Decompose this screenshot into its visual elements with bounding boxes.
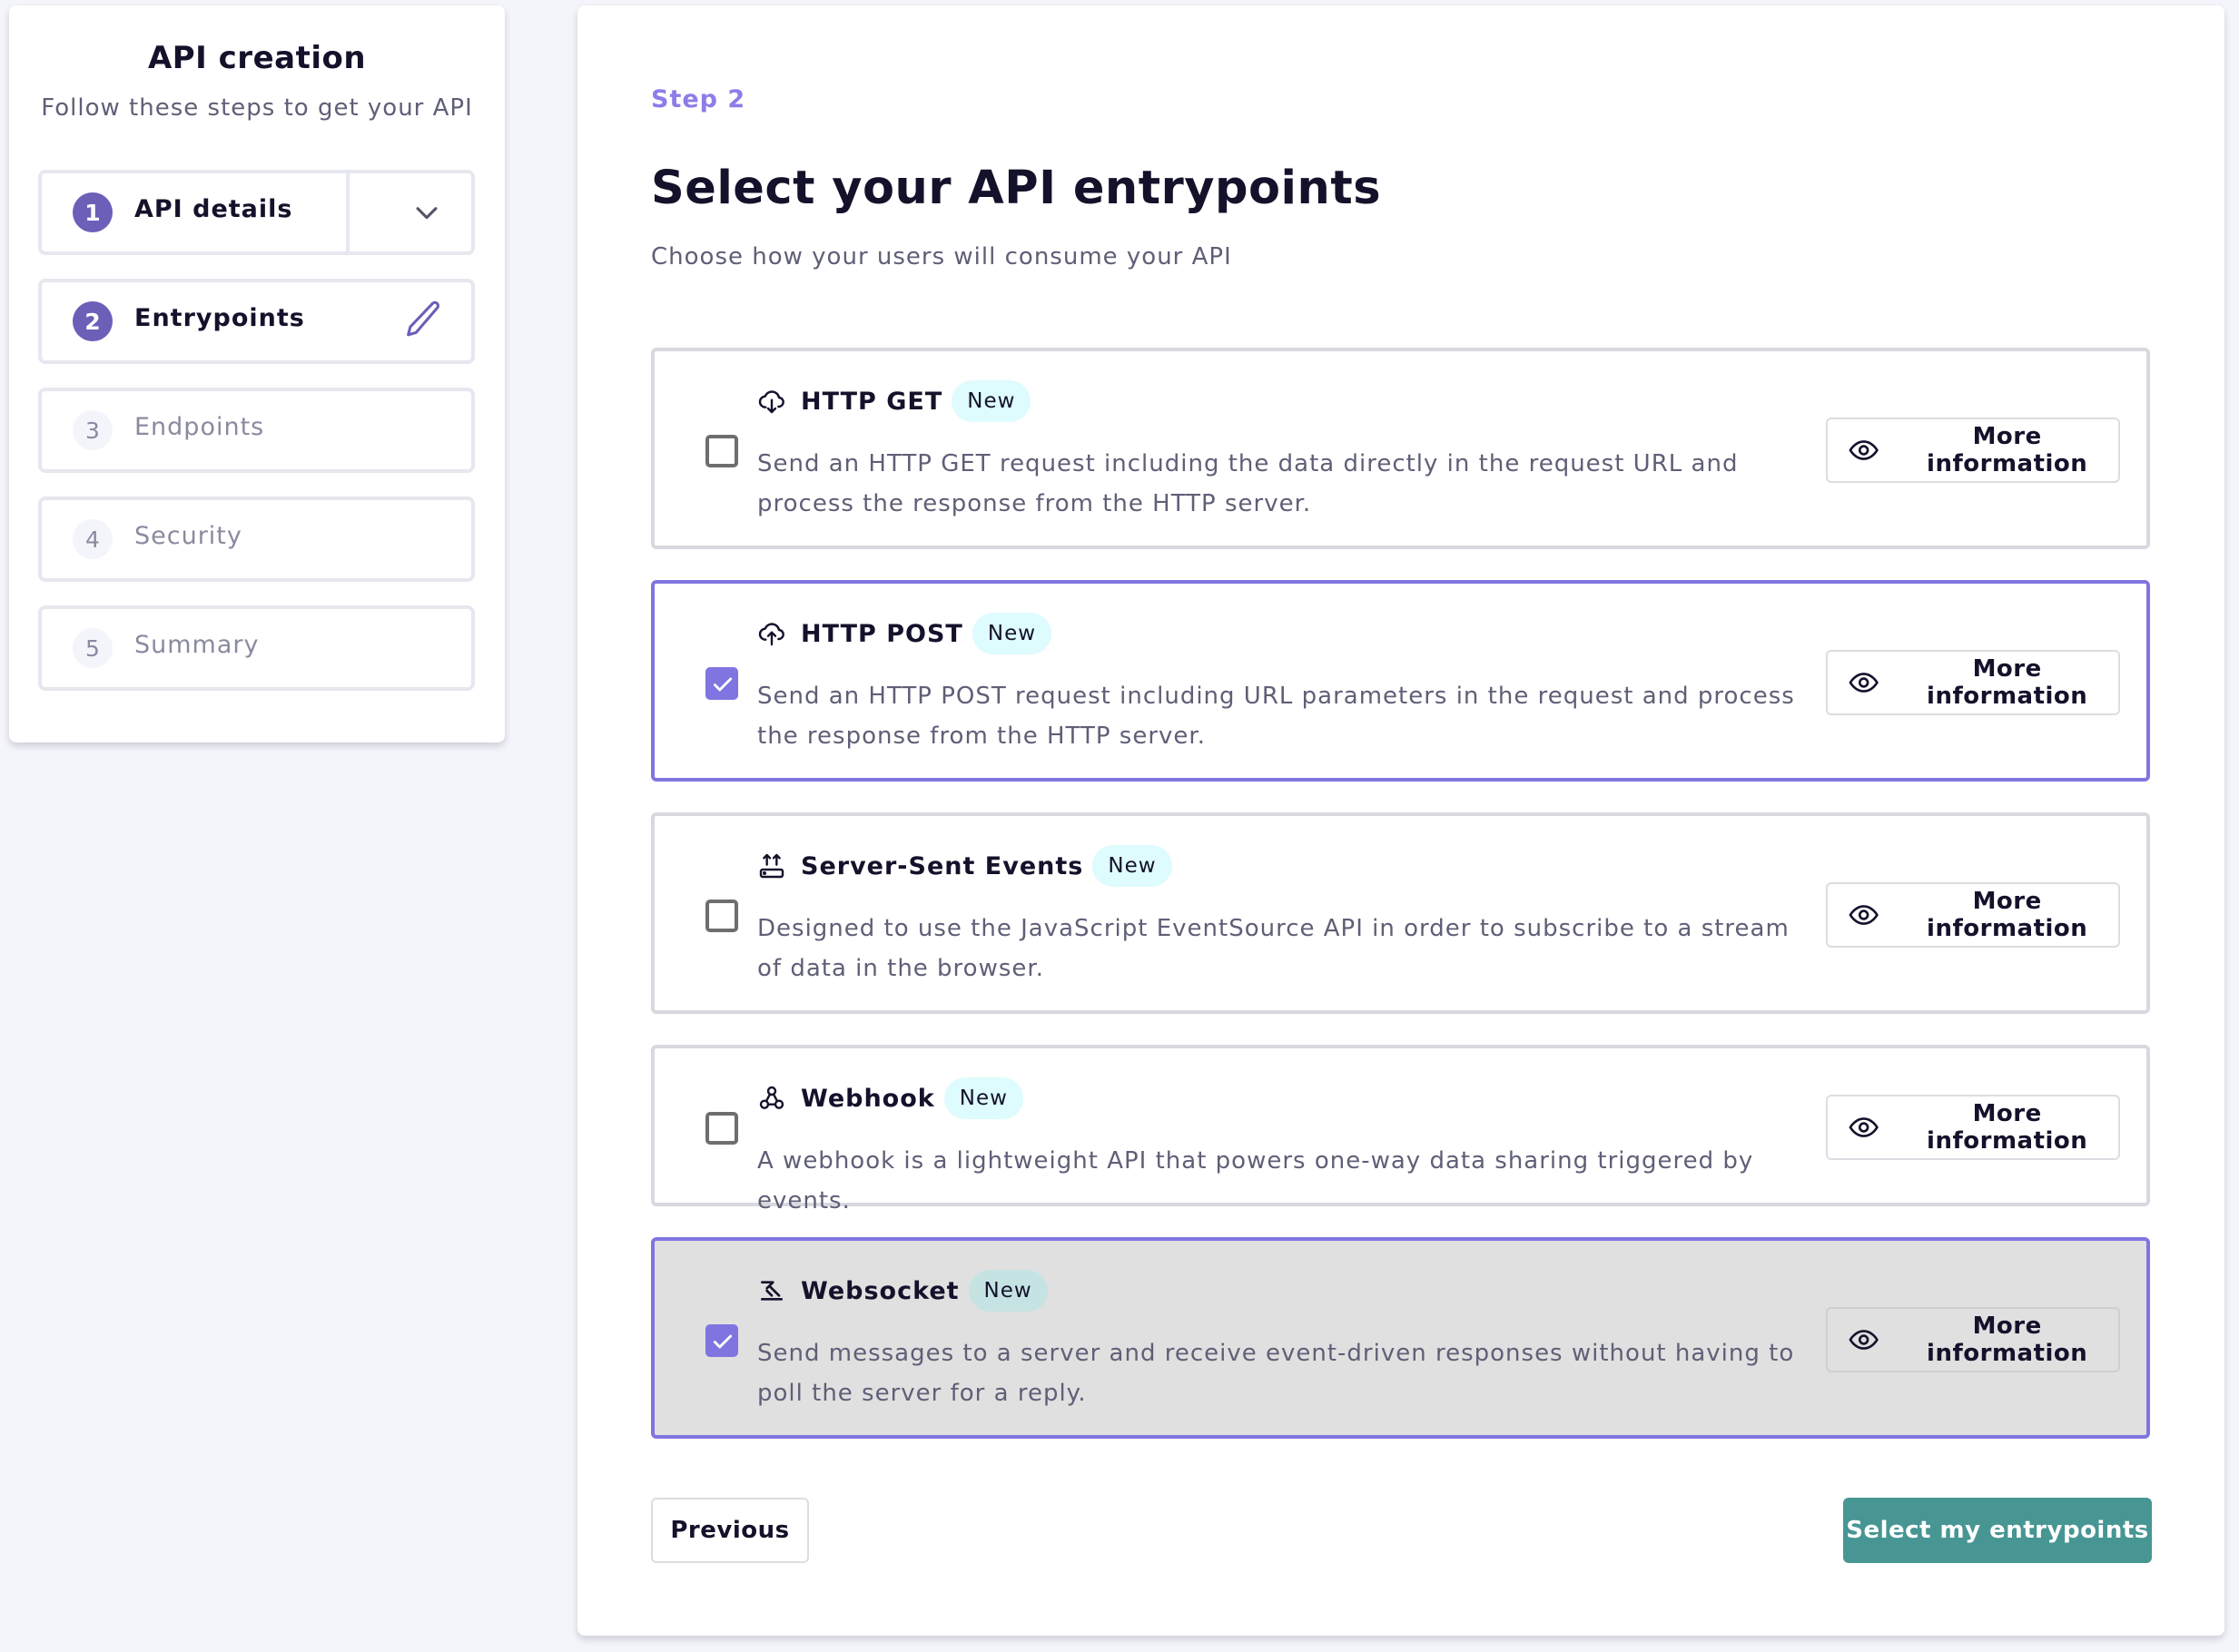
entrypoint-card-sse[interactable]: Server-Sent Events New Designed to use t… [651, 812, 2150, 1014]
more-information-label: More information [1927, 655, 2088, 710]
page-title: Select your API entrypoints [651, 162, 1382, 215]
chevron-down-icon[interactable] [411, 197, 442, 228]
checkbox-websocket[interactable] [705, 1324, 738, 1357]
cloud-download-icon [758, 390, 784, 414]
more-information-button[interactable]: More information [1826, 1307, 2120, 1372]
step-api-details[interactable]: 1 API details [38, 170, 475, 255]
more-information-button[interactable]: More information [1826, 418, 2120, 483]
step-number: 2 [73, 301, 113, 341]
new-badge: New [952, 380, 1031, 422]
step-label: Security [134, 522, 242, 550]
entrypoint-name: Server-Sent Events [801, 851, 1084, 880]
step-endpoints: 3 Endpoints [38, 388, 475, 473]
new-badge: New [1092, 845, 1172, 887]
more-information-button[interactable]: More information [1826, 1095, 2120, 1160]
cloud-upload-icon [758, 623, 784, 646]
step-indicator: Step 2 [651, 85, 746, 113]
step-label: API details [134, 195, 293, 223]
card-header: HTTP POST New [757, 613, 1052, 654]
eye-icon [1849, 673, 1879, 693]
pencil-icon [407, 300, 439, 337]
card-header: Websocket New [757, 1270, 1048, 1312]
more-information-button[interactable]: More information [1826, 650, 2120, 715]
page-subtitle: Choose how your users will consume your … [651, 243, 1232, 270]
checkbox-http-post[interactable] [705, 667, 738, 700]
entrypoint-card-http-get[interactable]: HTTP GET New Send an HTTP GET request in… [651, 348, 2150, 549]
sidebar-subtitle: Follow these steps to get your API [41, 94, 473, 122]
sidebar-title: API creation [147, 40, 367, 76]
entrypoint-name: Websocket [801, 1276, 960, 1305]
checkbox-webhook[interactable] [705, 1112, 738, 1145]
server-upload-icon [759, 853, 784, 879]
checkbox-http-get[interactable] [705, 435, 738, 467]
more-information-label: More information [1927, 1100, 2088, 1155]
eye-icon [1849, 440, 1879, 460]
stepper-sidebar: API creation Follow these steps to get y… [9, 5, 505, 742]
entrypoint-card-webhook[interactable]: Webhook New A webhook is a lightweight A… [651, 1045, 2150, 1214]
check-icon [713, 1334, 733, 1349]
step-label: Entrypoints [134, 304, 305, 332]
entrypoint-card-http-post[interactable]: HTTP POST New Send an HTTP POST request … [651, 580, 2150, 782]
step-number: 5 [73, 628, 113, 668]
main-panel: Step 2 Select your API entrypoints Choos… [577, 5, 2224, 1636]
webhook-icon [759, 1086, 784, 1109]
eye-icon [1849, 1117, 1879, 1137]
card-header: Webhook New [757, 1077, 1023, 1119]
entrypoint-name: Webhook [801, 1084, 935, 1113]
entrypoint-description: Designed to use the JavaScript EventSour… [757, 915, 1790, 982]
new-badge: New [943, 1077, 1023, 1119]
new-badge: New [968, 1270, 1048, 1312]
more-information-label: More information [1927, 888, 2088, 942]
more-information-label: More information [1927, 423, 2088, 477]
step-summary: 5 Summary [38, 605, 475, 691]
new-badge: New [972, 613, 1052, 654]
entrypoint-description: Send an HTTP POST request including URL … [757, 683, 1795, 750]
eye-icon [1849, 905, 1879, 925]
entrypoint-description: Send messages to a server and receive ev… [757, 1340, 1795, 1407]
previous-button[interactable]: Previous [651, 1498, 809, 1563]
entrypoint-description: A webhook is a lightweight API that powe… [757, 1147, 1754, 1214]
entrypoint-name: HTTP POST [801, 619, 963, 648]
more-information-label: More information [1927, 1313, 2088, 1367]
step-entrypoints[interactable]: 2 Entrypoints [38, 279, 475, 364]
websocket-icon [761, 1281, 783, 1301]
entrypoint-card-websocket[interactable]: Websocket New Send messages to a server … [651, 1237, 2150, 1439]
step-divider [346, 173, 350, 251]
entrypoint-description: Send an HTTP GET request including the d… [757, 450, 1739, 517]
checkbox-sse[interactable] [705, 900, 738, 932]
step-number: 1 [73, 192, 113, 232]
check-icon [713, 677, 733, 692]
card-header: HTTP GET New [757, 380, 1031, 422]
step-label: Endpoints [134, 413, 265, 441]
select-entrypoints-button[interactable]: Select my entrypoints [1843, 1498, 2152, 1563]
step-security: 4 Security [38, 497, 475, 582]
entrypoint-name: HTTP GET [801, 387, 943, 416]
card-header: Server-Sent Events New [757, 845, 1172, 887]
eye-icon [1849, 1330, 1879, 1350]
step-label: Summary [134, 631, 260, 659]
step-number: 4 [73, 519, 113, 559]
more-information-button[interactable]: More information [1826, 882, 2120, 948]
step-number: 3 [73, 410, 113, 450]
